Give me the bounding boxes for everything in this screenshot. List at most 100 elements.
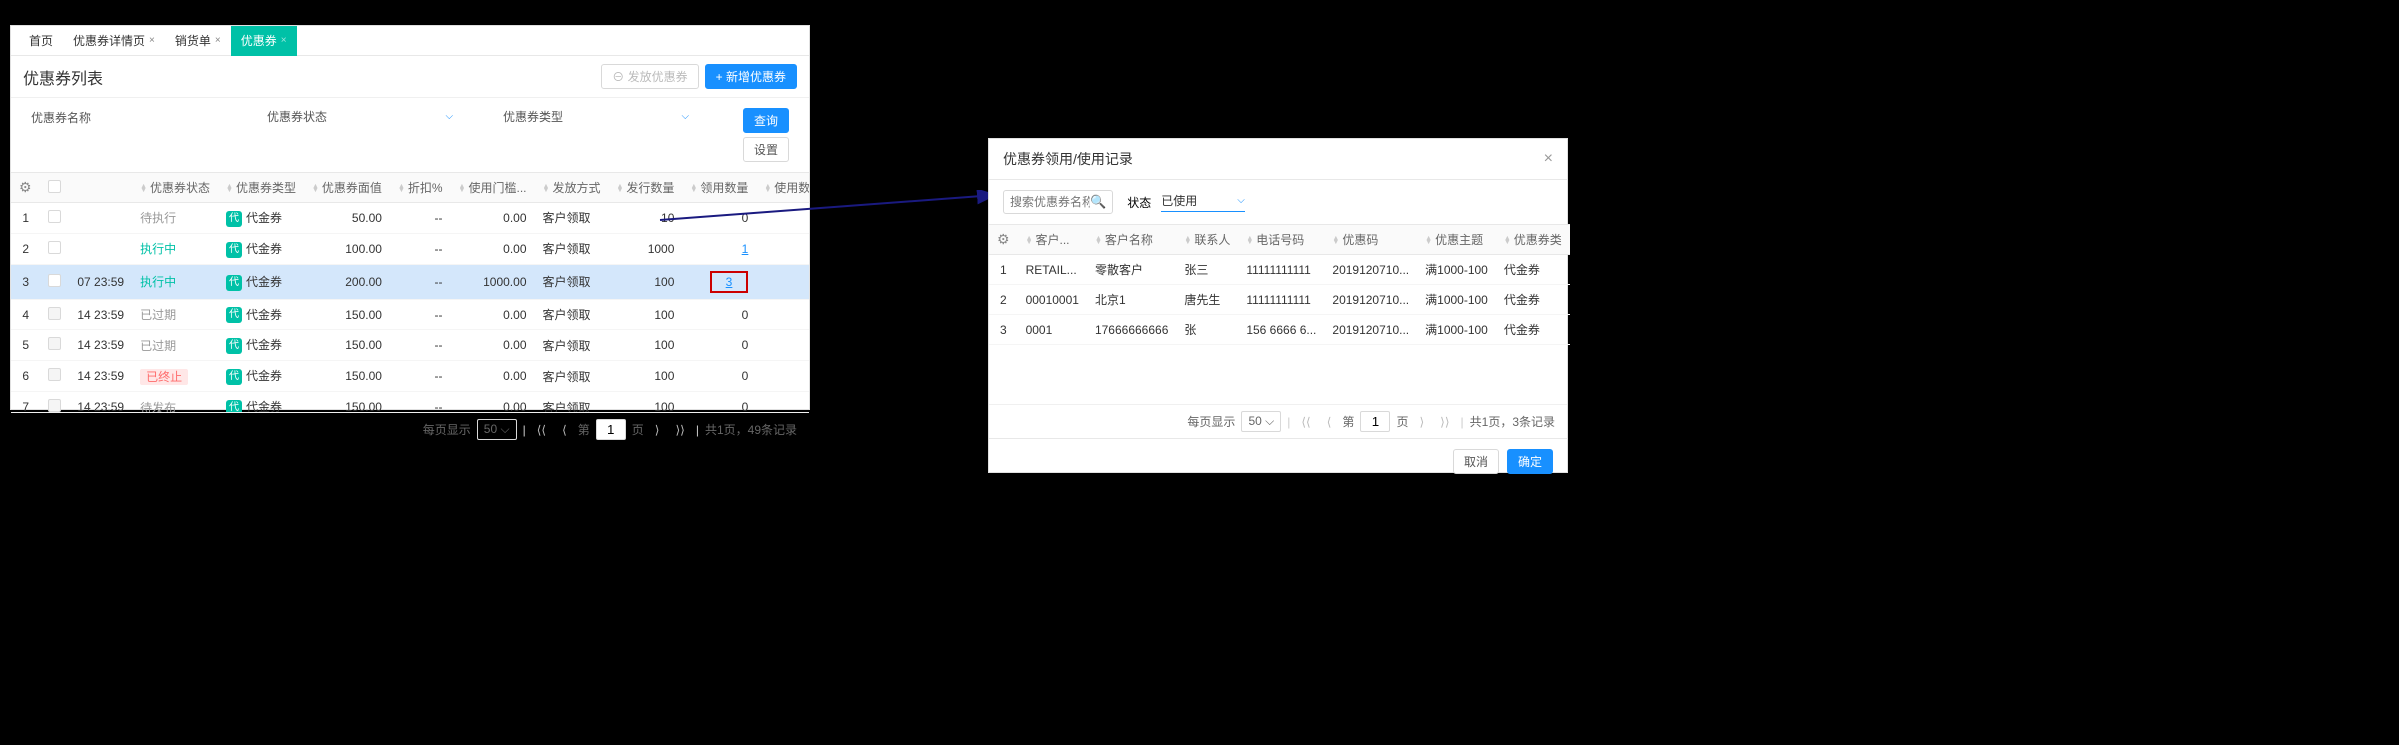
filter-bar: 优惠券名称 优惠券状态 ⌵ 优惠券类型 ⌵ 查询 设置 bbox=[11, 98, 809, 172]
row-checkbox[interactable] bbox=[48, 274, 61, 287]
first-page-icon[interactable]: ⟨⟨ bbox=[532, 421, 551, 439]
pager: 每页显示 50 ⌵ | ⟨⟨ ⟨ 第 页 ⟩ ⟩⟩ | 共1页，49条记录 bbox=[11, 412, 809, 446]
col-coupon-type[interactable]: ▲▼优惠券类 bbox=[1496, 225, 1570, 255]
table-row[interactable]: 1RETAIL...零散客户张三111111111112019120710...… bbox=[989, 255, 1570, 285]
coupon-list-panel: 首页 优惠券详情页× 销货单× 优惠券× 优惠券列表 ⊖ 发放优惠券 + 新增优… bbox=[10, 25, 810, 410]
modal-pager: 每页显示 50 ⌵ | ⟨⟨ ⟨ 第 页 ⟩ ⟩⟩ | 共1页，3条记录 bbox=[989, 404, 1567, 438]
table-header-row: ▲▼客户... ▲▼客户名称 ▲▼联系人 ▲▼电话号码 ▲▼优惠码 ▲▼优惠主题… bbox=[989, 225, 1570, 255]
coupon-type-select[interactable]: ⌵ bbox=[569, 111, 689, 122]
col-threshold[interactable]: ▲▼使用门槛... bbox=[451, 173, 535, 203]
status-cell: 执行中 bbox=[132, 233, 218, 264]
pager-summary: 共1页，3条记录 bbox=[1470, 413, 1555, 430]
chevron-down-icon: ⌵ bbox=[681, 111, 689, 122]
status-cell: 待执行 bbox=[132, 203, 218, 234]
col-cust-name[interactable]: ▲▼客户名称 bbox=[1087, 225, 1176, 255]
next-page-icon[interactable]: ⟩ bbox=[650, 421, 665, 439]
col-topic[interactable]: ▲▼优惠主题 bbox=[1417, 225, 1496, 255]
ok-button[interactable]: 确定 bbox=[1507, 449, 1553, 474]
prev-page-icon[interactable]: ⟨ bbox=[1322, 413, 1337, 431]
col-receive[interactable]: ▲▼领用数量 bbox=[682, 173, 756, 203]
page-number-input[interactable] bbox=[1360, 411, 1390, 432]
gear-icon[interactable] bbox=[997, 233, 1010, 247]
col-phone[interactable]: ▲▼电话号码 bbox=[1238, 225, 1324, 255]
status-cell: 已过期 bbox=[132, 330, 218, 361]
receive-count-link[interactable]: 1 bbox=[742, 242, 749, 256]
row-checkbox[interactable] bbox=[48, 241, 61, 254]
row-checkbox[interactable] bbox=[48, 210, 61, 223]
table-row[interactable]: 307 23:59执行中代代金券200.00--1000.00客户领取10031… bbox=[11, 264, 809, 299]
distribute-coupon-button[interactable]: ⊖ 发放优惠券 bbox=[601, 64, 698, 89]
first-page-icon[interactable]: ⟨⟨ bbox=[1296, 413, 1315, 431]
table-row[interactable]: 2执行中代代金券100.00--0.00客户领取100010⇱⊞ bbox=[11, 233, 809, 264]
table-row[interactable]: 414 23:59已过期代代金券150.00--0.00客户领取10000⇱⊞ bbox=[11, 299, 809, 330]
row-checkbox[interactable] bbox=[48, 368, 61, 381]
last-page-icon[interactable]: ⟩⟩ bbox=[1435, 413, 1454, 431]
row-checkbox[interactable] bbox=[48, 307, 61, 320]
type-badge-icon: 代 bbox=[226, 242, 242, 258]
receive-count-link[interactable]: 3 bbox=[710, 271, 749, 293]
next-page-icon[interactable]: ⟩ bbox=[1414, 413, 1429, 431]
search-coupon-input[interactable]: 🔍 bbox=[1003, 190, 1113, 214]
col-cust[interactable]: ▲▼客户... bbox=[1018, 225, 1087, 255]
tab-sales-order[interactable]: 销货单× bbox=[165, 26, 231, 56]
page-number-input[interactable] bbox=[596, 419, 626, 440]
col-use[interactable]: ▲▼使用数量 bbox=[756, 173, 809, 203]
table-row[interactable]: 1待执行代代金券50.00--0.00客户领取1000⇱⊞ bbox=[11, 203, 809, 234]
filter-status-label: 优惠券状态 bbox=[267, 108, 327, 125]
add-coupon-button[interactable]: + 新增优惠券 bbox=[705, 64, 797, 89]
chevron-down-icon: ⌵ bbox=[445, 111, 453, 122]
prev-page-icon[interactable]: ⟨ bbox=[557, 421, 572, 439]
title-bar: 优惠券列表 ⊖ 发放优惠券 + 新增优惠券 bbox=[11, 56, 809, 98]
type-badge-icon: 代 bbox=[226, 307, 242, 323]
filter-type-label: 优惠券类型 bbox=[503, 108, 563, 125]
col-contact[interactable]: ▲▼联系人 bbox=[1176, 225, 1238, 255]
gear-icon[interactable] bbox=[19, 181, 32, 195]
table-row[interactable]: 614 23:59已终止代代金券150.00--0.00客户领取10000⇱⊞ bbox=[11, 361, 809, 392]
chevron-down-icon: ⌵ bbox=[1237, 195, 1245, 206]
row-checkbox[interactable] bbox=[48, 399, 61, 412]
col-face[interactable]: ▲▼优惠券面值 bbox=[304, 173, 390, 203]
close-icon[interactable]: × bbox=[215, 35, 221, 46]
tab-coupon-detail[interactable]: 优惠券详情页× bbox=[63, 26, 165, 56]
tab-coupon[interactable]: 优惠券× bbox=[231, 26, 297, 56]
col-status[interactable]: ▲▼优惠券状态 bbox=[132, 173, 218, 203]
select-all-checkbox[interactable] bbox=[48, 180, 61, 193]
type-badge-icon: 代 bbox=[226, 211, 242, 227]
close-icon[interactable]: × bbox=[149, 35, 155, 46]
status-cell: 已终止 bbox=[132, 361, 218, 392]
col-dist[interactable]: ▲▼发放方式 bbox=[535, 173, 609, 203]
type-badge-icon: 代 bbox=[226, 338, 242, 354]
close-icon[interactable]: × bbox=[281, 35, 287, 46]
per-page-select[interactable]: 50 ⌵ bbox=[477, 419, 517, 440]
usage-record-modal: 优惠券领用/使用记录 × 🔍 状态 已使用 ⌵ ▲▼客户... ▲▼客户名称 ▲… bbox=[988, 138, 1568, 473]
table-row[interactable]: 714 23:59待发布代代金券150.00--0.00客户领取10000⇱⊞ bbox=[11, 392, 809, 412]
tab-home[interactable]: 首页 bbox=[19, 26, 63, 56]
col-type[interactable]: ▲▼优惠券类型 bbox=[218, 173, 304, 203]
table-row[interactable]: 200010001北京1唐先生111111111112019120710...满… bbox=[989, 285, 1570, 315]
close-icon[interactable]: × bbox=[1544, 150, 1553, 168]
per-page-label: 每页显示 bbox=[1187, 413, 1235, 430]
coupon-table: ▲▼优惠券状态 ▲▼优惠券类型 ▲▼优惠券面值 ▲▼折扣% ▲▼使用门槛... … bbox=[11, 172, 809, 412]
cancel-button[interactable]: 取消 bbox=[1453, 449, 1499, 474]
col-discount[interactable]: ▲▼折扣% bbox=[390, 173, 451, 203]
type-badge-icon: 代 bbox=[226, 369, 242, 385]
last-page-icon[interactable]: ⟩⟩ bbox=[670, 421, 689, 439]
search-button[interactable]: 查询 bbox=[743, 108, 789, 133]
table-row[interactable]: 3000117666666666张156 6666 6...2019120710… bbox=[989, 315, 1570, 345]
type-badge-icon: 代 bbox=[226, 400, 242, 412]
search-icon[interactable]: 🔍 bbox=[1090, 194, 1106, 210]
modal-title: 优惠券领用/使用记录 bbox=[1003, 149, 1133, 169]
col-code[interactable]: ▲▼优惠码 bbox=[1324, 225, 1417, 255]
table-row[interactable]: 514 23:59已过期代代金券150.00--0.00客户领取10000⇱⊞ bbox=[11, 330, 809, 361]
table-header-row: ▲▼优惠券状态 ▲▼优惠券类型 ▲▼优惠券面值 ▲▼折扣% ▲▼使用门槛... … bbox=[11, 173, 809, 203]
row-checkbox[interactable] bbox=[48, 337, 61, 350]
coupon-name-input[interactable] bbox=[97, 108, 217, 127]
coupon-status-select[interactable]: ⌵ bbox=[333, 111, 453, 122]
settings-button[interactable]: 设置 bbox=[743, 137, 789, 162]
filter-name-label: 优惠券名称 bbox=[31, 109, 91, 126]
per-page-select[interactable]: 50 ⌵ bbox=[1241, 411, 1281, 432]
per-page-label: 每页显示 bbox=[423, 421, 471, 438]
status-cell: 待发布 bbox=[132, 392, 218, 412]
state-select[interactable]: 已使用 ⌵ bbox=[1161, 192, 1245, 212]
col-issue[interactable]: ▲▼发行数量 bbox=[608, 173, 682, 203]
